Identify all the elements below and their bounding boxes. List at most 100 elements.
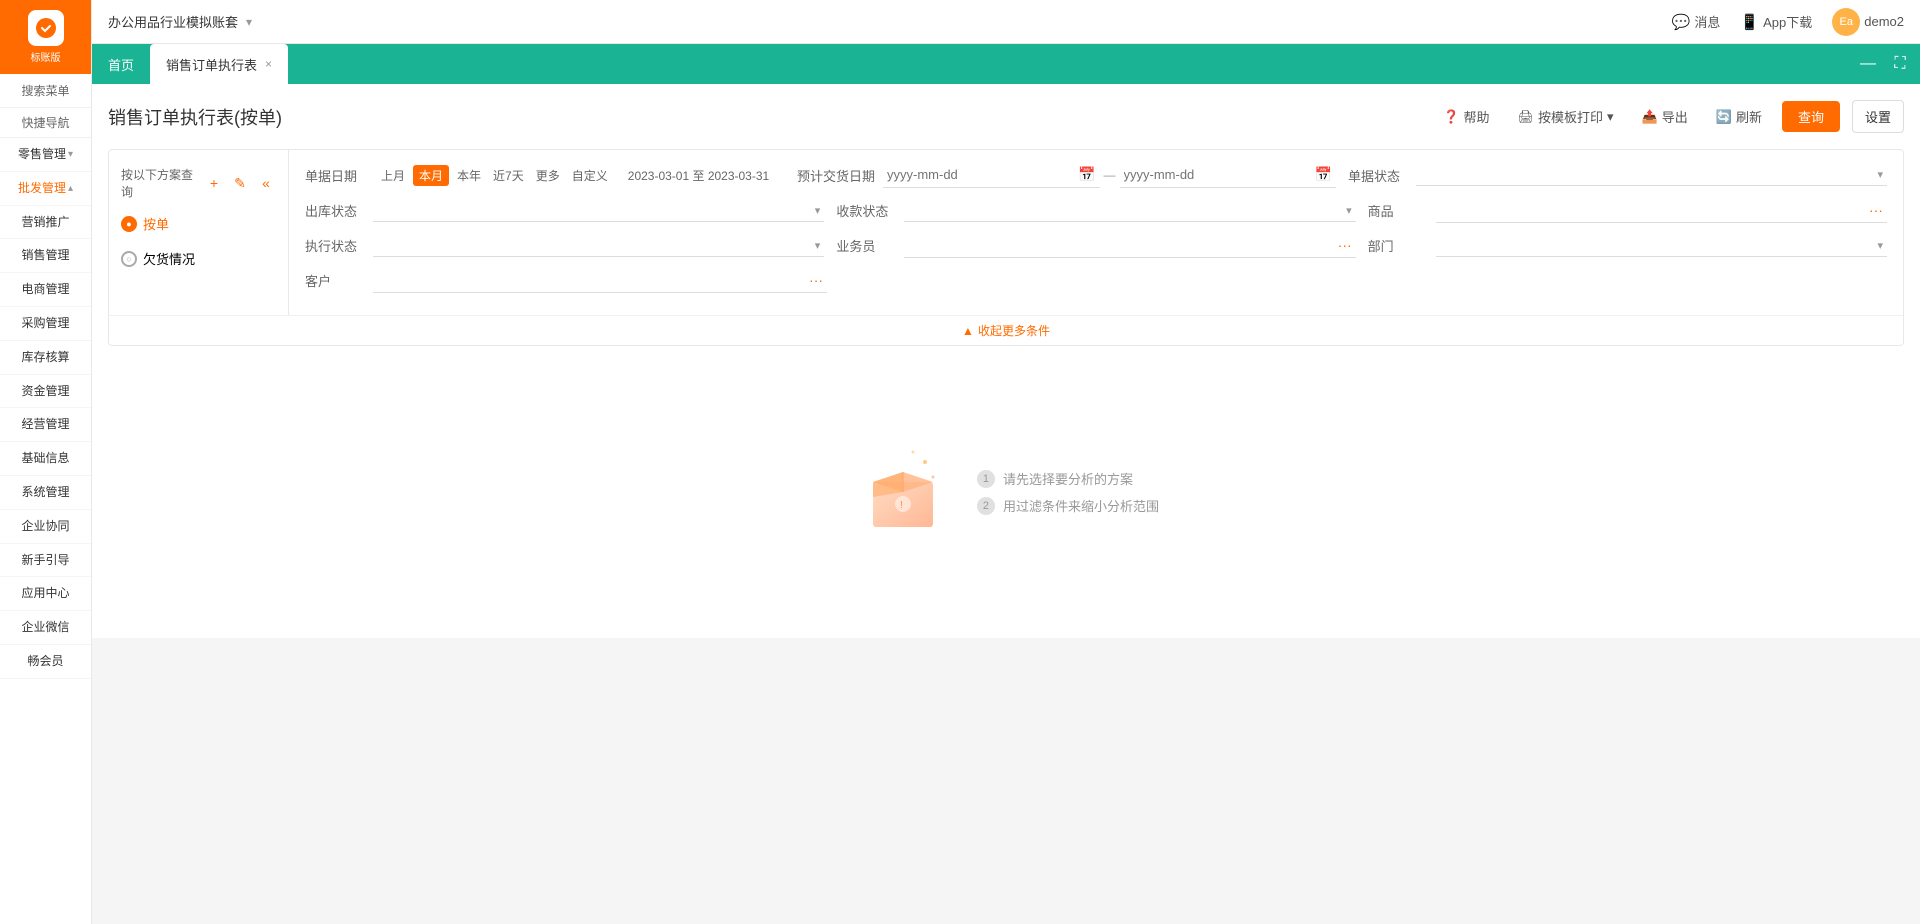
app-download-label: App下载	[1763, 12, 1812, 31]
sidebar-item-member-label: 畅会员	[27, 654, 63, 668]
scheme-panel: 按以下方案查询 + ✎ «	[109, 150, 289, 315]
sidebar-item-guide[interactable]: 新手引导	[0, 544, 91, 578]
tab-active[interactable]: 销售订单执行表 ×	[150, 44, 288, 84]
settings-button[interactable]: 设置	[1852, 100, 1904, 133]
refresh-button[interactable]: 🔄 刷新	[1708, 103, 1770, 130]
warehouse-status-select[interactable]: ▾	[373, 200, 824, 222]
empty-num-2: 2	[977, 497, 995, 515]
status-select[interactable]: ▾	[1416, 164, 1887, 186]
expected-date-start[interactable]	[887, 167, 1078, 182]
scheme-circle-icon: ○	[121, 251, 137, 267]
filter-field-payment-status: 收款状态 ▾	[836, 200, 1355, 222]
filter-row-1: 单据日期 上月 本月 本年 近7天 更多 自定义 2023-03-01 至 20…	[305, 162, 1887, 188]
sidebar-item-inventory[interactable]: 库存核算	[0, 341, 91, 375]
filter-collapse-button[interactable]: ▲ 收起更多条件	[109, 315, 1903, 345]
expected-date-label: 预计交货日期	[797, 166, 875, 185]
expected-date-end-wrap[interactable]: 📅	[1120, 162, 1337, 188]
sidebar-item-ecommerce[interactable]: 电商管理	[0, 273, 91, 307]
header-right: 💬 消息 📱 App下载 Ea demo2	[1672, 8, 1904, 36]
page-inner: 销售订单执行表(按单) ❓ 帮助 🖨 按模板打印 ▾ 📤 导出	[92, 84, 1920, 638]
tab-close-icon[interactable]: ×	[265, 57, 272, 71]
scheme-dot-icon: ●	[121, 216, 137, 232]
sidebar-item-enterprise[interactable]: 企业协同	[0, 510, 91, 544]
print-label: 按模板打印	[1538, 107, 1603, 126]
user-profile[interactable]: Ea demo2	[1832, 8, 1904, 36]
date-btn-this-month[interactable]: 本月	[413, 165, 449, 186]
sidebar-item-ecommerce-label: 电商管理	[21, 282, 69, 296]
tab-maximize-icon[interactable]: ⛶	[1888, 52, 1912, 76]
sidebar-item-marketing[interactable]: 营销推广	[0, 206, 91, 240]
expected-date-start-wrap[interactable]: 📅	[883, 162, 1100, 188]
date-btn-more[interactable]: 更多	[532, 165, 564, 186]
department-label: 部门	[1368, 236, 1428, 255]
sidebar-item-system[interactable]: 系统管理	[0, 476, 91, 510]
execution-status-select[interactable]: ▾	[373, 235, 824, 257]
help-label: 帮助	[1463, 107, 1489, 126]
sidebar-item-operations[interactable]: 经营管理	[0, 408, 91, 442]
tab-bar: 首页 销售订单执行表 × — ⛶	[92, 44, 1920, 84]
scheme-item-shortfall[interactable]: ○ 欠货情况	[109, 241, 288, 276]
quick-nav-label: 快捷导航	[21, 116, 69, 130]
sidebar-item-apps-label: 应用中心	[21, 586, 69, 600]
print-icon: 🖨	[1518, 109, 1535, 125]
execution-status-label: 执行状态	[305, 236, 365, 255]
payment-status-select[interactable]: ▾	[904, 200, 1355, 222]
top-header: 办公用品行业模拟账套 ▾ 💬 消息 📱 App下载 Ea demo2	[92, 0, 1920, 44]
sidebar-item-wholesale[interactable]: 批发管理 ▴	[0, 172, 91, 206]
goods-label: 商品	[1368, 201, 1428, 220]
tab-minimize-icon[interactable]: —	[1856, 52, 1880, 76]
date-btn-custom[interactable]: 自定义	[568, 165, 612, 186]
department-select[interactable]: ▾	[1436, 235, 1887, 257]
scheme-collapse-button[interactable]: «	[256, 173, 276, 193]
customer-select[interactable]: ···	[373, 268, 827, 293]
tab-home[interactable]: 首页	[92, 44, 150, 84]
filter-area: 按以下方案查询 + ✎ «	[108, 149, 1904, 346]
svg-text:!: !	[900, 500, 903, 511]
warehouse-status-label: 出库状态	[305, 201, 365, 220]
scheme-add-button[interactable]: +	[204, 173, 224, 193]
scheme-add-icon: +	[210, 175, 218, 191]
date-btn-last-month[interactable]: 上月	[377, 165, 409, 186]
date-btn-this-year[interactable]: 本年	[453, 165, 485, 186]
scheme-header-actions: + ✎ «	[204, 173, 276, 193]
quick-nav[interactable]: 快捷导航	[0, 108, 91, 138]
date-btn-last-7[interactable]: 近7天	[489, 165, 528, 186]
export-button[interactable]: 📤 导出	[1634, 103, 1696, 130]
sidebar-item-apps[interactable]: 应用中心	[0, 577, 91, 611]
message-action[interactable]: 💬 消息	[1672, 12, 1721, 31]
print-button[interactable]: 🖨 按模板打印 ▾	[1510, 103, 1622, 130]
filter-row-3: 执行状态 ▾ 业务员 ···	[305, 233, 1887, 258]
scheme-collapse-icon: «	[262, 175, 270, 191]
sidebar-item-wechat[interactable]: 企业微信	[0, 611, 91, 645]
scheme-edit-button[interactable]: ✎	[230, 173, 250, 193]
app-download-action[interactable]: 📱 App下载	[1740, 12, 1812, 31]
scheme-header: 按以下方案查询 + ✎ «	[109, 160, 288, 206]
expected-date-end[interactable]	[1124, 167, 1315, 182]
message-icon: 💬	[1672, 13, 1691, 31]
help-button[interactable]: ❓ 帮助	[1435, 103, 1497, 130]
salesperson-select[interactable]: ···	[904, 233, 1355, 258]
sidebar-item-purchase[interactable]: 采购管理	[0, 307, 91, 341]
refresh-icon: 🔄	[1716, 109, 1732, 125]
scheme-item-by-order[interactable]: ● 按单	[109, 206, 288, 241]
sidebar-item-member[interactable]: 畅会员	[0, 645, 91, 679]
query-button[interactable]: 查询	[1782, 101, 1840, 132]
print-arrow-icon: ▾	[1607, 109, 1614, 125]
sidebar-item-finance[interactable]: 资金管理	[0, 375, 91, 409]
filter-row-2: 出库状态 ▾ 收款状态 ▾	[305, 198, 1887, 223]
sidebar-item-retail[interactable]: 零售管理 ▾	[0, 138, 91, 172]
salesperson-dots-icon: ···	[1338, 237, 1352, 253]
sidebar-item-sales[interactable]: 销售管理	[0, 239, 91, 273]
page-content: 销售订单执行表(按单) ❓ 帮助 🖨 按模板打印 ▾ 📤 导出	[92, 84, 1920, 924]
sidebar-item-retail-label: 零售管理	[18, 146, 66, 163]
page-title: 销售订单执行表(按单)	[108, 104, 282, 130]
export-label: 导出	[1662, 107, 1688, 126]
search-menu[interactable]: 搜索菜单	[0, 74, 91, 108]
industry-dropdown-icon[interactable]: ▾	[246, 15, 252, 29]
status-label: 单据状态	[1348, 166, 1408, 185]
goods-select[interactable]: ···	[1436, 198, 1887, 223]
sidebar-item-basic[interactable]: 基础信息	[0, 442, 91, 476]
retail-arrow-icon: ▾	[68, 149, 73, 160]
empty-state: ! 1 请先选择要分析的方案 2 用过滤条件来缩小分析范围	[108, 362, 1904, 622]
user-name: demo2	[1864, 14, 1904, 29]
